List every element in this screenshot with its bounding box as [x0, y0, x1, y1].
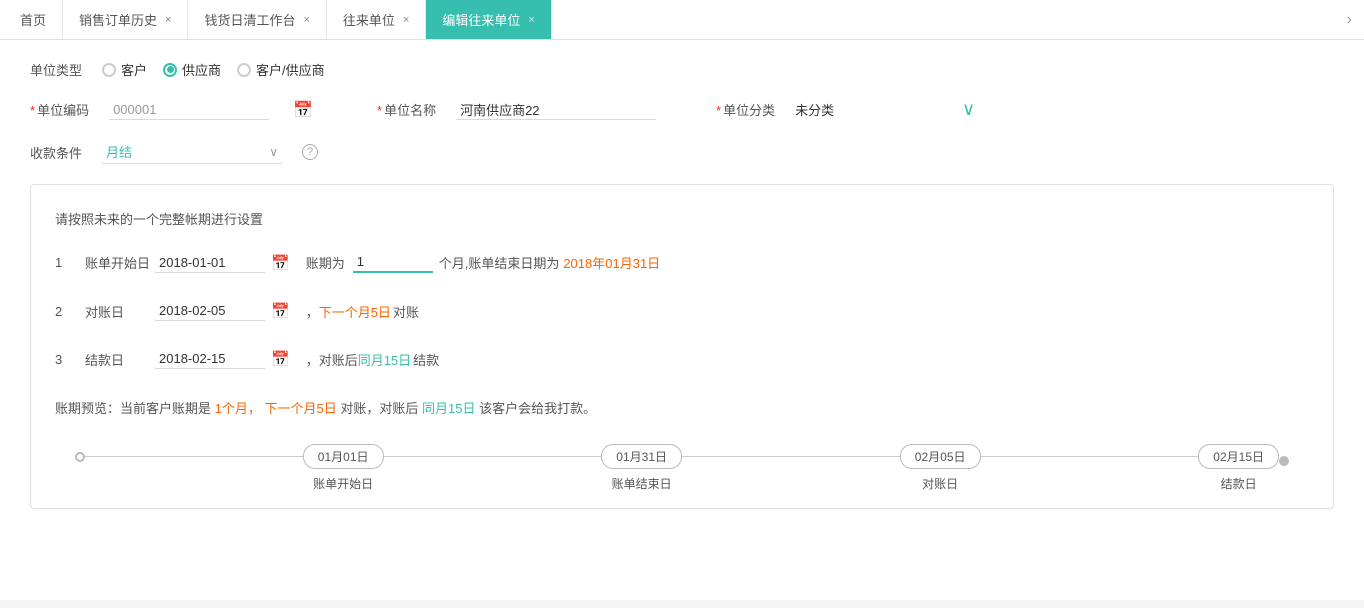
payment-terms-row: 收款条件 月结 ∨ ?: [30, 140, 1334, 164]
tl-label-2: 对账日: [922, 475, 958, 492]
payment-desc-prefix: ，对账后: [306, 350, 358, 369]
row-num-3: 3: [55, 352, 85, 367]
tab-partner[interactable]: 往来单位 ×: [327, 0, 426, 39]
radio-label-both: 客户/供应商: [256, 60, 325, 79]
tab-cash-clearing[interactable]: 钱货日清工作台 ×: [188, 0, 326, 39]
payment-terms-select[interactable]: 月结 ∨: [102, 140, 282, 164]
tl-badge-1: 01月31日: [601, 444, 682, 469]
tl-dot-left: [75, 452, 85, 462]
payment-terms-label: 收款条件: [30, 143, 82, 162]
unit-type-radio-group: 客户 供应商 客户/供应商: [102, 60, 325, 79]
reconcile-date-calendar-icon[interactable]: 📅: [271, 302, 290, 320]
close-partner[interactable]: ×: [403, 14, 409, 26]
start-date-calendar-icon[interactable]: 📅: [271, 254, 290, 272]
unit-info-row: *单位编码 📅 *单位名称 *单位分类 未分类 ∨: [30, 99, 1334, 120]
payment-date-row: 3 结款日 📅 ，对账后 同月15日 结款: [55, 349, 1309, 369]
unit-category-label: *单位分类: [716, 100, 775, 119]
preview-section: 账期预览：当前客户账期是 1个月， 下一个月5日 对账，对账后 同月15日 该客…: [55, 397, 1309, 420]
close-sales-history[interactable]: ×: [165, 14, 171, 26]
radio-circle-both: [237, 63, 251, 77]
tl-line-1: [384, 456, 602, 457]
tl-label-3: 结款日: [1221, 475, 1257, 492]
row-label-start: 账单开始日: [85, 253, 155, 272]
timeline: 01月01日 账单开始日 01月31日 账单结束日 02月05日: [55, 444, 1309, 492]
tab-bar: 首页 销售订单历史 × 钱货日清工作台 × 往来单位 × 编辑往来单位 × ›: [0, 0, 1364, 40]
unit-type-row: 单位类型 客户 供应商 客户/供应商: [30, 60, 1334, 79]
unit-category-select[interactable]: 未分类 ∨: [795, 99, 975, 120]
row-num-2: 2: [55, 304, 85, 319]
reconcile-suffix: 对账: [393, 302, 419, 321]
radio-customer[interactable]: 客户: [102, 60, 147, 79]
tl-node-2: 02月05日 对账日: [900, 444, 981, 492]
preview-period: 1个月，: [215, 401, 261, 416]
payment-terms-value: 月结: [106, 142, 269, 161]
radio-label-supplier: 供应商: [182, 60, 221, 79]
radio-supplier[interactable]: 供应商: [163, 60, 221, 79]
period-value-input[interactable]: [353, 252, 433, 273]
unit-code-input[interactable]: [109, 100, 269, 120]
radio-both[interactable]: 客户/供应商: [237, 60, 325, 79]
tl-badge-3: 02月15日: [1198, 444, 1279, 469]
row-label-reconcile: 对账日: [85, 302, 155, 321]
tl-badge-0: 01月01日: [303, 444, 384, 469]
tl-node-0: 01月01日 账单开始日: [303, 444, 384, 492]
radio-circle-customer: [102, 63, 116, 77]
preview-end: 该客户会给我打款。: [479, 401, 596, 416]
tl-line-3: [981, 456, 1199, 457]
unit-code-lookup-btn[interactable]: 📅: [289, 100, 317, 120]
reconcile-date-input[interactable]: [155, 301, 265, 321]
reconcile-prefix: ，: [306, 302, 319, 321]
tl-line-2: [682, 456, 900, 457]
tl-node-1: 01月31日 账单结束日: [601, 444, 682, 492]
tl-node-3: 02月15日 结款日: [1198, 444, 1279, 492]
tab-more-arrow[interactable]: ›: [1335, 0, 1364, 39]
period-prefix: 账期为: [306, 253, 345, 272]
unit-type-label: 单位类型: [30, 60, 82, 79]
radio-circle-supplier: [163, 63, 177, 77]
payment-terms-chevron: ∨: [269, 145, 278, 159]
start-date-wrap: 📅: [155, 253, 290, 273]
preview-payment-date: 同月15日: [422, 401, 475, 416]
panel-instruction: 请按照未来的一个完整帐期进行设置: [55, 209, 1309, 228]
unit-name-label: *单位名称: [377, 100, 436, 119]
tl-label-0: 账单开始日: [313, 475, 373, 492]
billing-end-date: 2018年01月31日: [563, 253, 660, 272]
payment-date-wrap: 📅: [155, 349, 290, 369]
tl-line-0: [85, 456, 303, 457]
close-edit-partner[interactable]: ×: [528, 14, 534, 26]
unit-category-arrow: ∨: [962, 99, 975, 120]
reconcile-highlight: 下一个月5日: [319, 302, 391, 321]
tab-home[interactable]: 首页: [0, 0, 63, 39]
reconcile-date-wrap: 📅: [155, 301, 290, 321]
reconcile-row: 2 对账日 📅 ， 下一个月5日 对账: [55, 301, 1309, 321]
unit-category-value: 未分类: [795, 100, 954, 119]
close-cash-clearing[interactable]: ×: [303, 14, 309, 26]
tl-badge-2: 02月05日: [900, 444, 981, 469]
tl-dot-right: [1279, 456, 1289, 466]
payment-date-calendar-icon[interactable]: 📅: [271, 350, 290, 368]
tab-edit-partner[interactable]: 编辑往来单位 ×: [426, 0, 551, 39]
row-label-payment: 结款日: [85, 350, 155, 369]
tab-sales-history[interactable]: 销售订单历史 ×: [63, 0, 188, 39]
tl-label-1: 账单结束日: [612, 475, 672, 492]
start-date-input[interactable]: [155, 253, 265, 273]
unit-name-input[interactable]: [456, 100, 656, 120]
unit-code-label: *单位编码: [30, 100, 89, 119]
payment-terms-help[interactable]: ?: [302, 144, 318, 160]
radio-label-customer: 客户: [121, 60, 147, 79]
preview-label: 账期预览：当前客户账期是: [55, 401, 211, 416]
row-num-1: 1: [55, 255, 85, 270]
billing-start-row: 1 账单开始日 📅 账期为 个月,账单结束日期为 2018年01月31日: [55, 252, 1309, 273]
payment-date-input[interactable]: [155, 349, 265, 369]
payment-highlight: 同月15日: [358, 350, 411, 369]
preview-reconcile-date: 下一个月5日: [265, 401, 337, 416]
main-content: 单位类型 客户 供应商 客户/供应商 *单位编码 📅 *单位名称: [0, 40, 1364, 600]
preview-middle: 对账，对账后: [340, 401, 418, 416]
period-suffix: 个月,账单结束日期为: [439, 253, 560, 272]
payment-suffix: 结款: [413, 350, 439, 369]
billing-cycle-panel: 请按照未来的一个完整帐期进行设置 1 账单开始日 📅 账期为 个月,账单结束日期…: [30, 184, 1334, 509]
